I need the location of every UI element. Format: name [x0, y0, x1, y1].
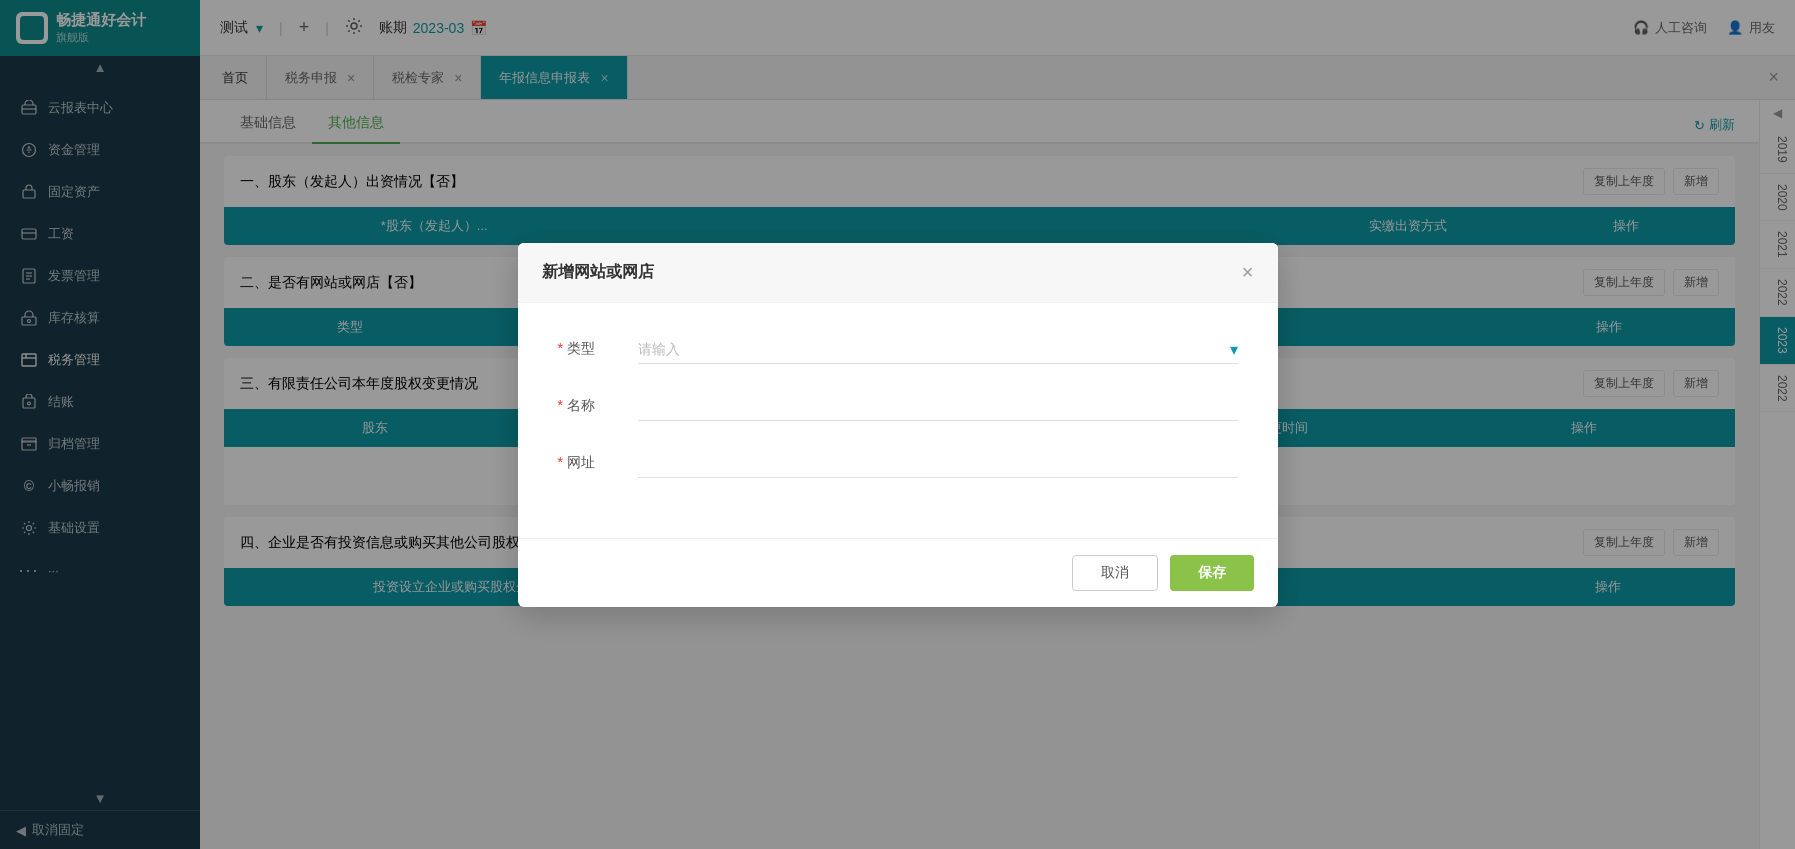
- form-field-url: * 网址: [558, 449, 1238, 478]
- url-input[interactable]: [638, 449, 1238, 478]
- form-field-name: * 名称: [558, 392, 1238, 421]
- form-field-type: * 类型 ▾: [558, 335, 1238, 364]
- modal-overlay[interactable]: 新增网站或网店 × * 类型 ▾ * 名称: [0, 0, 1795, 849]
- label-text-name: 名称: [567, 397, 595, 413]
- modal-close-btn[interactable]: ×: [1242, 261, 1254, 284]
- modal-footer: 取消 保存: [518, 538, 1278, 607]
- required-star-url: *: [558, 454, 563, 470]
- form-label-url: * 网址: [558, 454, 638, 472]
- modal-body: * 类型 ▾ * 名称 *: [518, 303, 1278, 538]
- label-text-url: 网址: [567, 454, 595, 470]
- name-input[interactable]: [638, 392, 1238, 421]
- modal-add-website: 新增网站或网店 × * 类型 ▾ * 名称: [518, 243, 1278, 607]
- form-label-name: * 名称: [558, 397, 638, 415]
- form-input-wrap-type: ▾: [638, 335, 1238, 364]
- required-star-type: *: [558, 340, 563, 356]
- modal-title: 新增网站或网店: [542, 262, 654, 283]
- form-input-wrap-url: [638, 449, 1238, 478]
- label-text-type: 类型: [567, 340, 595, 356]
- cancel-btn[interactable]: 取消: [1072, 555, 1158, 591]
- save-btn[interactable]: 保存: [1170, 555, 1254, 591]
- modal-header: 新增网站或网店 ×: [518, 243, 1278, 303]
- form-label-type: * 类型: [558, 340, 638, 358]
- type-input[interactable]: [638, 335, 1238, 364]
- required-star-name: *: [558, 397, 563, 413]
- form-input-wrap-name: [638, 392, 1238, 421]
